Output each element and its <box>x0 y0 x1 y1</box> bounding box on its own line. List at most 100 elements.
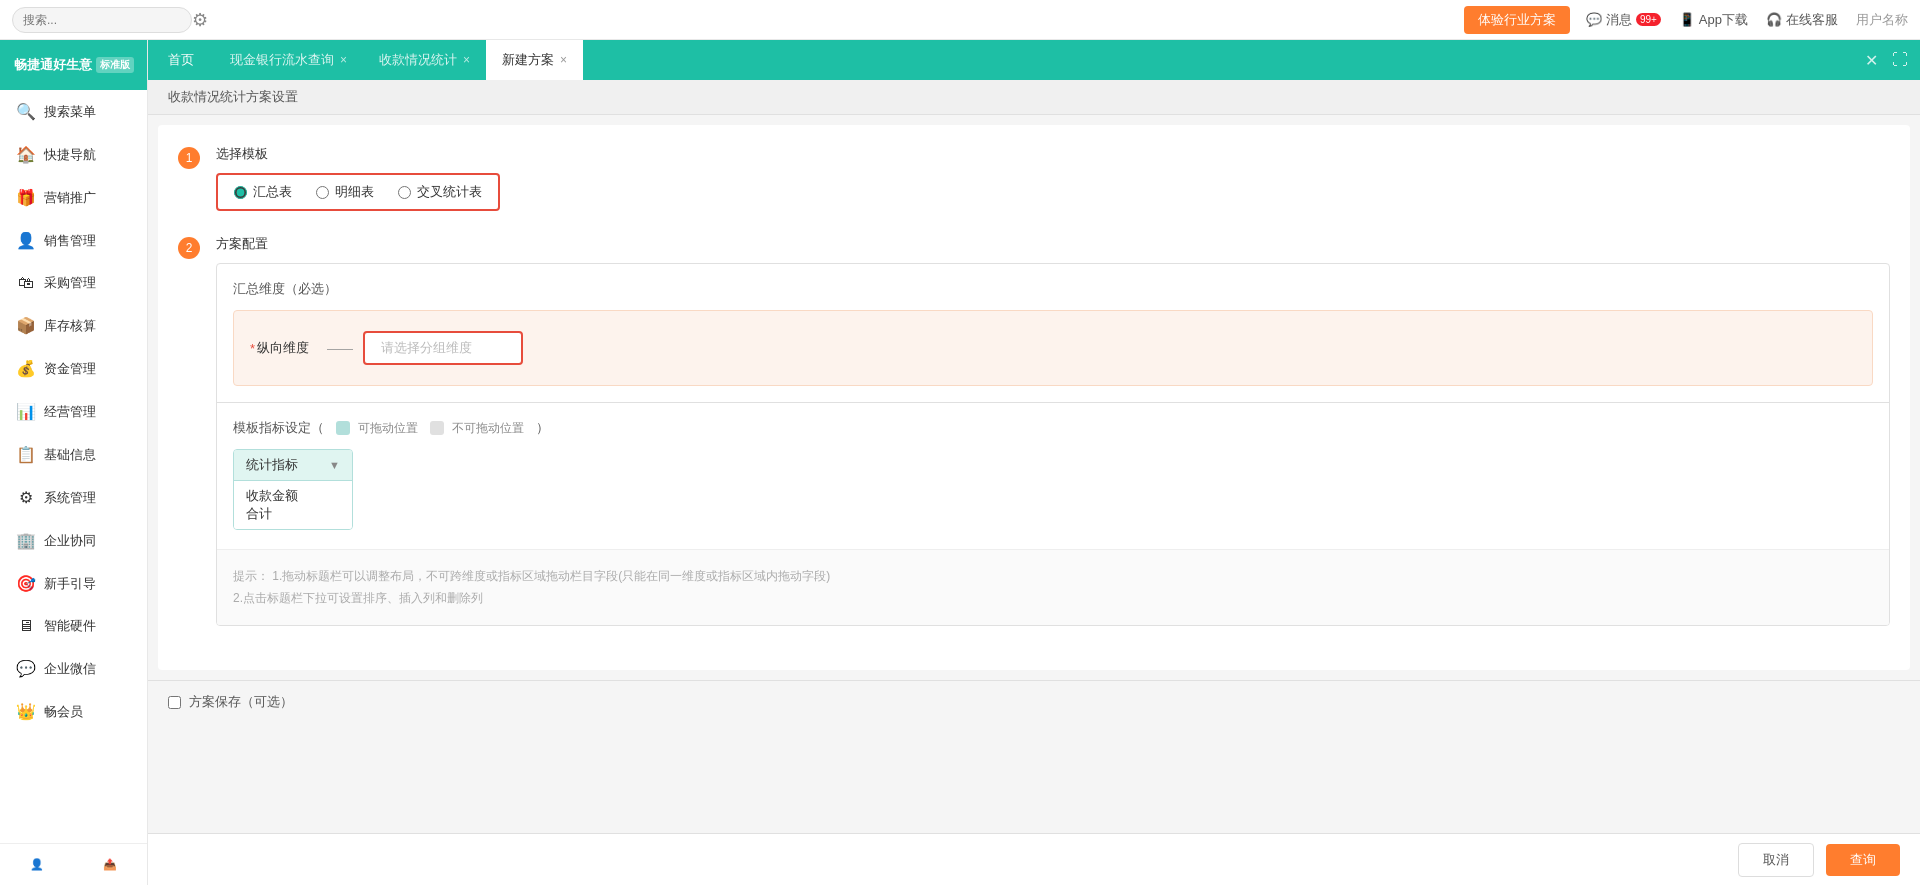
tab-bar-end: ✕ ⛶ <box>1861 47 1920 74</box>
fixed-box <box>430 421 444 435</box>
step2-section: 2 方案配置 汇总维度（必选） * 纵向维度 —— <box>178 235 1890 626</box>
content-area: 收款情况统计方案设置 1 选择模板 汇总表 <box>148 80 1920 833</box>
step1-label: 选择模板 <box>216 145 1890 163</box>
indicator-title-text: 模板指标设定（ <box>233 419 324 437</box>
tab-bank[interactable]: 现金银行流水查询 × <box>214 40 363 80</box>
trial-button[interactable]: 体验行业方案 <box>1464 6 1570 34</box>
sidebar-item-operation[interactable]: 📊 经营管理 <box>0 390 147 433</box>
stat-item: 收款金额 <box>246 487 340 505</box>
sidebar-item-wechat[interactable]: 💬 企业微信 <box>0 647 147 690</box>
legend-fixed-label: 不可拖动位置 <box>452 420 524 437</box>
sidebar-item-label: 系统管理 <box>44 489 96 507</box>
radio-summary[interactable] <box>234 186 247 199</box>
tab-expand-icon[interactable]: ⛶ <box>1888 47 1912 73</box>
radio-cross[interactable] <box>398 186 411 199</box>
gift-icon: 🎁 <box>16 188 36 207</box>
step1-content: 选择模板 汇总表 明细表 <box>216 145 1890 211</box>
sidebar-item-collab[interactable]: 🏢 企业协同 <box>0 519 147 562</box>
radio-detail[interactable] <box>316 186 329 199</box>
sidebar-item-label: 销售管理 <box>44 232 96 250</box>
search-icon: 🔍 <box>16 102 36 121</box>
top-bar-right: 💬 消息 99+ 📱 App下载 🎧 在线客服 用户名称 <box>1586 11 1908 29</box>
settings-icon[interactable]: ⚙ <box>192 9 208 31</box>
dim-select[interactable]: 请选择分组维度 <box>363 331 523 365</box>
list-icon: 📋 <box>16 445 36 464</box>
tab-new-plan-close[interactable]: × <box>560 53 567 67</box>
tab-new-plan[interactable]: 新建方案 × <box>486 40 583 80</box>
sidebar-logo: 畅捷通好生意 标准版 <box>0 40 147 90</box>
dim-arrow: —— <box>327 341 353 356</box>
logo-badge: 标准版 <box>96 57 134 73</box>
tab-close-all-icon[interactable]: ✕ <box>1861 47 1882 74</box>
option-summary-label: 汇总表 <box>253 183 292 201</box>
sidebar-item-hardware[interactable]: 🖥 智能硬件 <box>0 605 147 647</box>
sidebar-item-search[interactable]: 🔍 搜索菜单 <box>0 90 147 133</box>
dimension-row: * 纵向维度 —— 请选择分组维度 <box>233 310 1873 386</box>
top-bar: ⚙ 体验行业方案 💬 消息 99+ 📱 App下载 🎧 在线客服 用户名称 <box>0 0 1920 40</box>
tab-bank-close[interactable]: × <box>340 53 347 67</box>
step2-label: 方案配置 <box>216 235 1890 253</box>
stat-group-header[interactable]: 统计指标 ▼ <box>234 450 352 481</box>
sidebar-item-capital[interactable]: 💰 资金管理 <box>0 347 147 390</box>
legend-draggable-label: 可拖动位置 <box>358 420 418 437</box>
download-label: App下载 <box>1699 11 1748 29</box>
sidebar-item-label: 畅会员 <box>44 703 83 721</box>
app-download-link[interactable]: 📱 App下载 <box>1679 11 1748 29</box>
sidebar-bottom-right[interactable]: 📤 <box>74 852 148 877</box>
vertical-dim-label: 纵向维度 <box>257 339 317 357</box>
online-support-link[interactable]: 🎧 在线客服 <box>1766 11 1838 29</box>
option-detail[interactable]: 明细表 <box>316 183 374 201</box>
option-detail-label: 明细表 <box>335 183 374 201</box>
notification-label: 消息 <box>1606 11 1632 29</box>
tab-new-plan-label: 新建方案 <box>502 51 554 69</box>
tab-home[interactable]: 首页 <box>148 40 214 80</box>
sidebar-item-guide[interactable]: 🎯 新手引导 <box>0 562 147 605</box>
save-checkbox[interactable] <box>168 696 181 709</box>
tips-section: 提示： 1.拖动标题栏可以调整布局，不可跨维度或指标区域拖动栏目字段(只能在同一… <box>217 549 1889 625</box>
search-area: ⚙ <box>12 7 1448 33</box>
dim-select-placeholder: 请选择分组维度 <box>381 340 472 355</box>
monitor-icon: 🖥 <box>16 617 36 635</box>
option-cross-label: 交叉统计表 <box>417 183 482 201</box>
notification-icon[interactable]: 💬 消息 99+ <box>1586 11 1661 29</box>
save-label: 方案保存（可选） <box>189 693 293 711</box>
tab-receipts[interactable]: 收款情况统计 × <box>363 40 486 80</box>
gear-icon: ⚙ <box>16 488 36 507</box>
box-icon: 📦 <box>16 316 36 335</box>
bag-icon: 🛍 <box>16 274 36 292</box>
search-input[interactable] <box>12 7 192 33</box>
option-summary[interactable]: 汇总表 <box>234 183 292 201</box>
cancel-button[interactable]: 取消 <box>1738 843 1814 877</box>
sidebar-bottom: 👤 📤 <box>0 843 147 885</box>
user-name: 用户名称 <box>1856 11 1908 29</box>
sidebar-bottom-left[interactable]: 👤 <box>0 852 74 877</box>
sidebar-item-label: 资金管理 <box>44 360 96 378</box>
target-icon: 🎯 <box>16 574 36 593</box>
tab-receipts-close[interactable]: × <box>463 53 470 67</box>
option-cross[interactable]: 交叉统计表 <box>398 183 482 201</box>
sidebar-item-inventory[interactable]: 📦 库存核算 <box>0 304 147 347</box>
tab-bank-label: 现金银行流水查询 <box>230 51 334 69</box>
logo-text: 畅捷通好生意 <box>14 56 92 74</box>
sidebar-item-member[interactable]: 👑 畅会员 <box>0 690 147 733</box>
user-icon: 👤 <box>16 231 36 250</box>
sidebar-item-marketing[interactable]: 🎁 营销推广 <box>0 176 147 219</box>
main-area: 首页 现金银行流水查询 × 收款情况统计 × 新建方案 × ✕ ⛶ 收 <box>148 40 1920 885</box>
sidebar-item-purchase[interactable]: 🛍 采购管理 <box>0 262 147 304</box>
form-panel: 1 选择模板 汇总表 明细表 <box>158 125 1910 670</box>
sidebar-item-base[interactable]: 📋 基础信息 <box>0 433 147 476</box>
step2-content: 方案配置 汇总维度（必选） * 纵向维度 —— 请选择分组维 <box>216 235 1890 626</box>
chevron-down-icon: ▼ <box>329 459 340 471</box>
query-button[interactable]: 查询 <box>1826 844 1900 876</box>
sidebar-items: 🔍 搜索菜单 🏠 快捷导航 🎁 营销推广 👤 销售管理 🛍 采购管理 📦 <box>0 90 147 843</box>
sidebar-item-label: 新手引导 <box>44 575 96 593</box>
tab-home-label: 首页 <box>168 51 194 69</box>
stat-group-body: 收款金额 合计 <box>234 481 352 529</box>
page-title: 收款情况统计方案设置 <box>168 89 298 104</box>
sidebar-item-label: 库存核算 <box>44 317 96 335</box>
sidebar-item-sales[interactable]: 👤 销售管理 <box>0 219 147 262</box>
sidebar-item-nav[interactable]: 🏠 快捷导航 <box>0 133 147 176</box>
required-star: * <box>250 341 255 356</box>
sidebar-item-system[interactable]: ⚙ 系统管理 <box>0 476 147 519</box>
template-options: 汇总表 明细表 交叉统计表 <box>216 173 500 211</box>
